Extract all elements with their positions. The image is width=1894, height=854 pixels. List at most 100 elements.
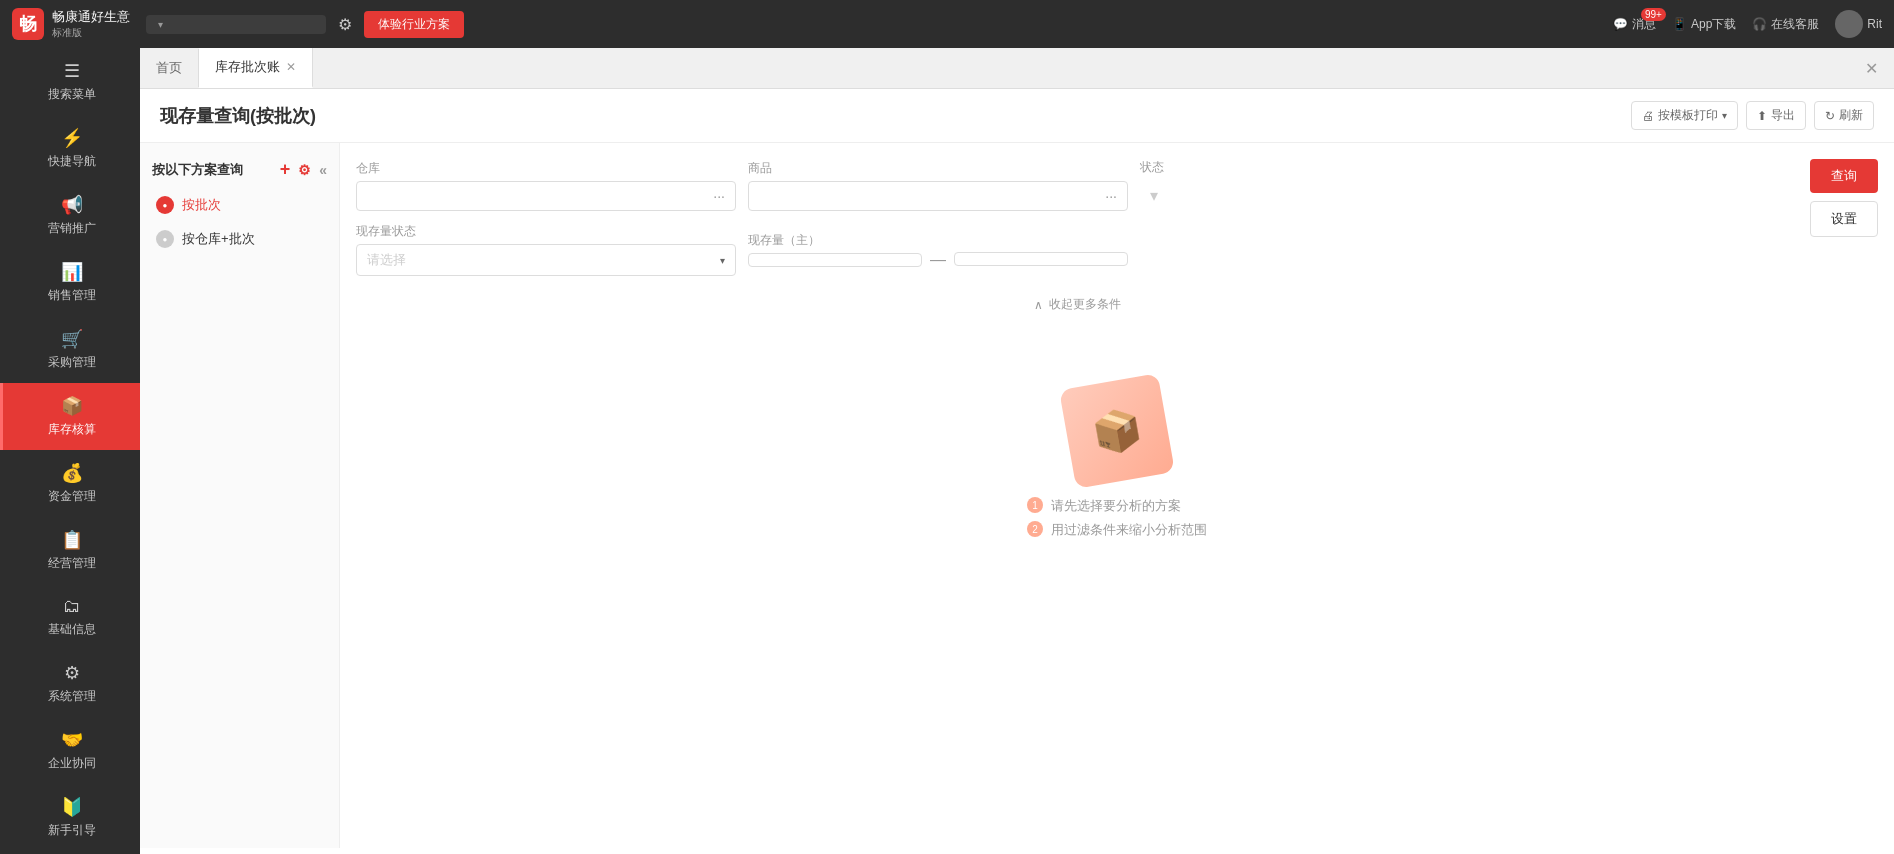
tip-text-1: 请先选择要分析的方案 xyxy=(1051,497,1181,515)
tab-close-icon[interactable]: ✕ xyxy=(286,60,296,74)
stock-status-select[interactable]: 请选择 ▾ xyxy=(356,244,736,276)
app-download-label: App下载 xyxy=(1691,16,1736,33)
product-label: 商品 xyxy=(748,160,1128,177)
sidebar-item-enterprise[interactable]: 🤝 企业协同 xyxy=(0,717,140,784)
right-query-area: 仓库 ··· 商品 xyxy=(340,143,1894,848)
sidebar-item-marketing[interactable]: 📢 营销推广 xyxy=(0,182,140,249)
empty-tip-1: 1 请先选择要分析的方案 xyxy=(1027,497,1207,515)
settings-button[interactable]: 设置 xyxy=(1810,201,1878,237)
stock-status-placeholder: 请选择 xyxy=(367,251,406,269)
quick-nav-icon: ⚡ xyxy=(61,127,83,149)
sidebar-label-marketing: 营销推广 xyxy=(48,220,96,237)
left-panel-collapse-icon[interactable]: « xyxy=(319,162,327,178)
sidebar-item-inventory[interactable]: 📦 库存核算 xyxy=(0,383,140,450)
left-panel-item-by-batch[interactable]: ● 按批次 xyxy=(140,188,339,222)
stock-qty-dash: — xyxy=(930,251,946,269)
left-panel-add-icon[interactable]: + xyxy=(280,159,291,180)
app-download-action[interactable]: 📱 App下载 xyxy=(1672,16,1736,33)
tab-inventory-batch[interactable]: 库存批次账 ✕ xyxy=(199,48,313,88)
messages-badge: 99+ xyxy=(1641,8,1666,21)
warehouse-label: 仓库 xyxy=(356,160,736,177)
print-button[interactable]: 🖨 按模板打印 ▾ xyxy=(1631,101,1738,130)
top-bar-actions: 💬 消息 99+ 📱 App下载 🎧 在线客服 Rit xyxy=(1613,10,1882,38)
sidebar-item-system[interactable]: ⚙ 系统管理 xyxy=(0,650,140,717)
warehouse-dots-icon[interactable]: ··· xyxy=(713,188,725,204)
sidebar-label-operation: 经营管理 xyxy=(48,555,96,572)
messages-action[interactable]: 💬 消息 99+ xyxy=(1613,16,1656,33)
guide-icon: 🔰 xyxy=(61,796,83,818)
inventory-icon: 📦 xyxy=(61,395,83,417)
system-icon: ⚙ xyxy=(64,662,80,684)
header-actions: 🖨 按模板打印 ▾ ⬆ 导出 ↻ 刷新 xyxy=(1631,101,1874,130)
sidebar-item-operation[interactable]: 📋 经营管理 xyxy=(0,517,140,584)
status-dropdown-icon: ▾ xyxy=(1150,186,1158,205)
product-input[interactable]: ··· xyxy=(748,181,1128,211)
product-dots-icon[interactable]: ··· xyxy=(1105,188,1117,204)
online-service-action[interactable]: 🎧 在线客服 xyxy=(1752,16,1819,33)
export-icon: ⬆ xyxy=(1757,109,1767,123)
print-icon: 🖨 xyxy=(1642,109,1654,123)
top-search[interactable]: ▾ xyxy=(146,15,326,34)
sidebar-label-search: 搜索菜单 xyxy=(48,86,96,103)
sidebar-label-guide: 新手引导 xyxy=(48,822,96,839)
stock-qty-label: 现存量（主） xyxy=(748,232,922,249)
filter-stock-status: 现存量状态 请选择 ▾ xyxy=(356,223,736,276)
export-button[interactable]: ⬆ 导出 xyxy=(1746,101,1806,130)
trial-button[interactable]: 体验行业方案 xyxy=(364,11,464,38)
refresh-button[interactable]: ↻ 刷新 xyxy=(1814,101,1874,130)
sidebar-label-quicknav: 快捷导航 xyxy=(48,153,96,170)
sidebar-item-quicknav[interactable]: ⚡ 快捷导航 xyxy=(0,115,140,182)
empty-icon-wrapper: 📦 xyxy=(1067,381,1167,481)
sidebar: ☰ 搜索菜单 ⚡ 快捷导航 📢 营销推广 📊 销售管理 🛒 采购管理 📦 库存核… xyxy=(0,48,140,854)
warehouse-input[interactable]: ··· xyxy=(356,181,736,211)
collapse-bar[interactable]: ∧ 收起更多条件 xyxy=(356,288,1798,321)
top-bar: 畅 畅康通好生意 标准版 ▾ ⚙ 体验行业方案 💬 消息 99+ 📱 App下载… xyxy=(0,0,1894,48)
left-panel-settings-icon[interactable]: ⚙ xyxy=(298,162,311,178)
page-content: 现存量查询(按批次) 🖨 按模板打印 ▾ ⬆ 导出 ↻ 刷新 xyxy=(140,89,1894,854)
purchase-icon: 🛒 xyxy=(61,328,83,350)
empty-tip-2: 2 用过滤条件来缩小分析范围 xyxy=(1027,521,1207,539)
brand-name: 畅康通好生意 xyxy=(52,8,130,26)
print-dropdown-icon: ▾ xyxy=(1722,110,1727,121)
filter-main-row: 仓库 ··· 商品 xyxy=(356,159,1878,321)
tip-num-2: 2 xyxy=(1027,521,1043,537)
sidebar-label-system: 系统管理 xyxy=(48,688,96,705)
stock-qty-max-input[interactable] xyxy=(954,252,1128,266)
by-batch-icon: ● xyxy=(156,196,174,214)
refresh-icon: ↻ xyxy=(1825,109,1835,123)
filter-warehouse: 仓库 ··· xyxy=(356,160,736,211)
sidebar-item-guide[interactable]: 🔰 新手引导 xyxy=(0,784,140,851)
sidebar-item-search[interactable]: ☰ 搜索菜单 xyxy=(0,48,140,115)
sidebar-item-basic[interactable]: 🗂 基础信息 xyxy=(0,584,140,650)
status-label: 状态 xyxy=(1140,159,1520,176)
operation-icon: 📋 xyxy=(61,529,83,551)
tab-bar-close-icon[interactable]: ✕ xyxy=(1849,51,1894,86)
enterprise-icon: 🤝 xyxy=(61,729,83,751)
left-panel-icons: + ⚙ « xyxy=(280,159,327,180)
user-avatar-area[interactable]: Rit xyxy=(1835,10,1882,38)
stock-status-dropdown-icon: ▾ xyxy=(720,255,725,266)
tab-home[interactable]: 首页 xyxy=(140,49,199,87)
collapse-icon: ∧ xyxy=(1034,298,1043,312)
filter-status: 状态 ▾ xyxy=(1140,159,1520,211)
sidebar-label-inventory: 库存核算 xyxy=(48,421,96,438)
stock-qty-min-input[interactable] xyxy=(748,253,922,267)
sidebar-label-purchase: 采购管理 xyxy=(48,354,96,371)
gear-icon[interactable]: ⚙ xyxy=(338,15,352,34)
filter-row-1: 仓库 ··· 商品 xyxy=(356,159,1798,211)
avatar xyxy=(1835,10,1863,38)
sidebar-item-finance[interactable]: 💰 资金管理 xyxy=(0,450,140,517)
sidebar-item-purchase[interactable]: 🛒 采购管理 xyxy=(0,316,140,383)
status-select[interactable]: ▾ xyxy=(1140,180,1520,211)
query-button[interactable]: 查询 xyxy=(1810,159,1878,193)
sidebar-item-sales[interactable]: 📊 销售管理 xyxy=(0,249,140,316)
by-warehouse-batch-icon: ● xyxy=(156,230,174,248)
finance-icon: 💰 xyxy=(61,462,83,484)
query-layout: 按以下方案查询 + ⚙ « ● 按批次 xyxy=(140,143,1894,848)
by-batch-label: 按批次 xyxy=(182,196,221,214)
basic-icon: 🗂 xyxy=(63,596,81,617)
filter-fields: 仓库 ··· 商品 xyxy=(356,159,1798,321)
sidebar-label-basic: 基础信息 xyxy=(48,621,96,638)
search-menu-icon: ☰ xyxy=(64,60,80,82)
left-panel-item-by-warehouse-batch[interactable]: ● 按仓库+批次 xyxy=(140,222,339,256)
